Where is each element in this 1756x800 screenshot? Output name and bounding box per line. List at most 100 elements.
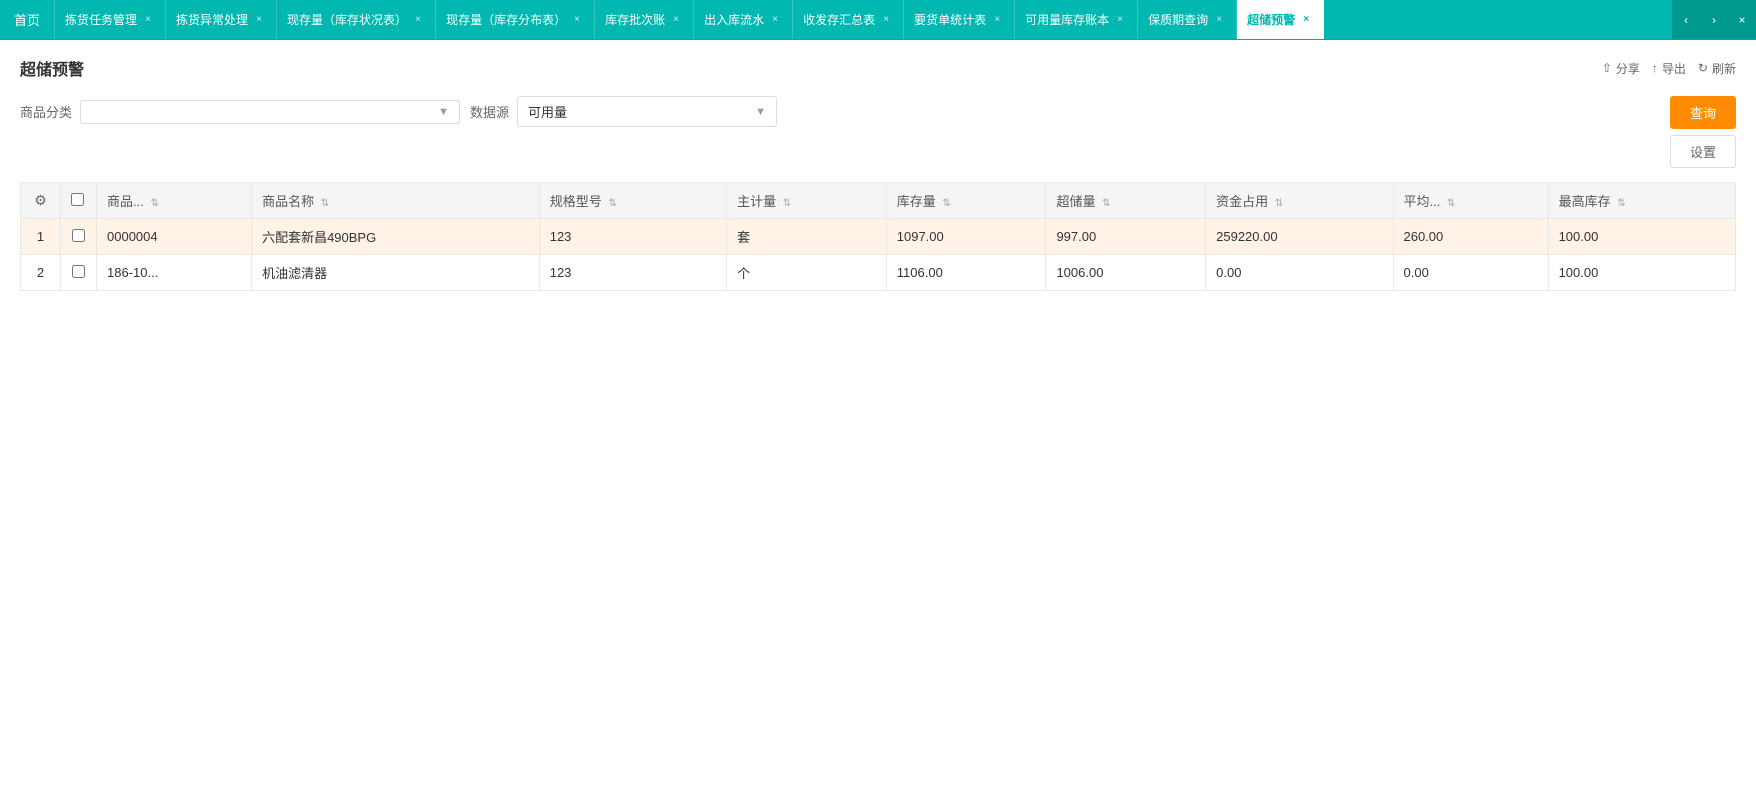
col-maxstock-sort-icon: ⇅ — [1617, 198, 1625, 209]
nav-tab-label-2: 拣货异常处理 — [176, 11, 248, 28]
datasource-value: 可用量 — [528, 102, 567, 121]
nav-tab-label-8: 要货单统计表 — [914, 11, 986, 28]
col-name-sort-icon: ⇅ — [321, 198, 329, 209]
row-checkbox-0[interactable] — [72, 229, 85, 242]
table-row: 1 0000004 六配套新昌490BPG 123 套 1097.00 997.… — [21, 219, 1736, 255]
row-index-0: 1 — [21, 219, 61, 255]
col-maxstock-header[interactable]: 最高库存 ⇅ — [1548, 183, 1735, 219]
row-capital-0: 259220.00 — [1206, 219, 1393, 255]
table-row: 2 186-10... 机油滤清器 123 个 1106.00 1006.00 … — [21, 255, 1736, 291]
nav-tab-5[interactable]: 库存批次账 × — [595, 0, 694, 40]
nav-tab-8[interactable]: 要货单统计表 × — [904, 0, 1015, 40]
nav-tab-label-3: 现存量（库存状况表） — [287, 11, 407, 28]
main-area: 超储预警 ⇧ 分享 ↑ 导出 ↻ 刷新 商品分类 ▼ — [0, 40, 1756, 800]
category-label: 商品分类 — [20, 102, 72, 121]
nav-tab-close-3[interactable]: × — [411, 13, 425, 27]
nav-arrows: ‹ › × — [1672, 0, 1756, 40]
page-actions: ⇧ 分享 ↑ 导出 ↻ 刷新 — [1602, 60, 1736, 77]
col-spec-header[interactable]: 规格型号 ⇅ — [539, 183, 726, 219]
query-button[interactable]: 查询 — [1670, 96, 1736, 129]
nav-tab-1[interactable]: 拣货任务管理 × — [55, 0, 166, 40]
row-spec-0: 123 — [539, 219, 726, 255]
col-capital-label: 资金占用 — [1216, 194, 1268, 209]
col-spec-label: 规格型号 — [550, 194, 602, 209]
row-index-1: 2 — [21, 255, 61, 291]
nav-tab-close-4[interactable]: × — [570, 13, 584, 27]
col-spec-sort-icon: ⇅ — [608, 198, 616, 209]
nav-tab-7[interactable]: 收发存汇总表 × — [793, 0, 904, 40]
nav-tab-close-11[interactable]: × — [1299, 13, 1313, 27]
datasource-chevron-icon: ▼ — [755, 106, 766, 118]
nav-tab-10[interactable]: 保质期查询 × — [1138, 0, 1237, 40]
col-overstock-sort-icon: ⇅ — [1102, 198, 1110, 209]
col-gear[interactable]: ⚙ — [21, 183, 61, 219]
col-capital-header[interactable]: 资金占用 ⇅ — [1206, 183, 1393, 219]
nav-arrow-left[interactable]: ‹ — [1672, 0, 1700, 40]
row-name-0: 六配套新昌490BPG — [252, 219, 540, 255]
nav-tab-close-7[interactable]: × — [879, 13, 893, 27]
nav-tab-label-10: 保质期查询 — [1148, 11, 1208, 28]
col-name-label: 商品名称 — [262, 194, 314, 209]
col-unit-label: 主计量 — [737, 194, 776, 209]
nav-tab-close-5[interactable]: × — [669, 13, 683, 27]
row-stock-0: 1097.00 — [886, 219, 1046, 255]
datasource-filter: 数据源 可用量 ▼ — [470, 96, 777, 127]
table-header: ⚙ 商品... ⇅ 商品名称 ⇅ 规格型号 ⇅ 主计量 — [21, 183, 1736, 219]
export-link[interactable]: ↑ 导出 — [1652, 60, 1686, 77]
nav-tab-close-1[interactable]: × — [141, 13, 155, 27]
nav-tab-close-9[interactable]: × — [1113, 13, 1127, 27]
row-capital-1: 0.00 — [1206, 255, 1393, 291]
col-stock-sort-icon: ⇅ — [942, 198, 950, 209]
nav-tab-label-7: 收发存汇总表 — [803, 11, 875, 28]
col-unit-header[interactable]: 主计量 ⇅ — [727, 183, 887, 219]
nav-tab-9[interactable]: 可用量库存账本 × — [1015, 0, 1138, 40]
page-title: 超储预警 — [20, 56, 84, 80]
nav-tab-close-2[interactable]: × — [252, 13, 266, 27]
nav-arrow-close[interactable]: × — [1728, 0, 1756, 40]
nav-arrow-right[interactable]: › — [1700, 0, 1728, 40]
row-stock-1: 1106.00 — [886, 255, 1046, 291]
select-all-checkbox[interactable] — [71, 193, 84, 206]
nav-tab-3[interactable]: 现存量（库存状况表） × — [277, 0, 436, 40]
col-code-sort-icon: ⇅ — [150, 198, 158, 209]
category-chevron-icon: ▼ — [438, 106, 449, 118]
settings-button[interactable]: 设置 — [1670, 135, 1736, 168]
col-stock-header[interactable]: 库存量 ⇅ — [886, 183, 1046, 219]
row-overstock-0: 997.00 — [1046, 219, 1206, 255]
col-name-header[interactable]: 商品名称 ⇅ — [252, 183, 540, 219]
nav-tab-label-11: 超储预警 — [1247, 11, 1295, 28]
col-code-header[interactable]: 商品... ⇅ — [97, 183, 252, 219]
row-unit-1: 个 — [727, 255, 887, 291]
datasource-label: 数据源 — [470, 102, 509, 121]
row-checkbox-1[interactable] — [72, 265, 85, 278]
col-stock-label: 库存量 — [897, 194, 936, 209]
share-label: 分享 — [1616, 60, 1640, 77]
row-checkbox-cell-1[interactable] — [61, 255, 97, 291]
datasource-select[interactable]: 可用量 ▼ — [517, 96, 777, 127]
nav-tab-4[interactable]: 现存量（库存分布表） × — [436, 0, 595, 40]
category-select[interactable]: ▼ — [80, 100, 460, 124]
row-avg-0: 260.00 — [1393, 219, 1548, 255]
row-name-1: 机油滤清器 — [252, 255, 540, 291]
refresh-link[interactable]: ↻ 刷新 — [1698, 60, 1736, 77]
nav-tab-close-10[interactable]: × — [1212, 13, 1226, 27]
nav-tab-label-1: 拣货任务管理 — [65, 11, 137, 28]
col-overstock-header[interactable]: 超储量 ⇅ — [1046, 183, 1206, 219]
row-code-0: 0000004 — [97, 219, 252, 255]
nav-tab-close-6[interactable]: × — [768, 13, 782, 27]
row-checkbox-cell-0[interactable] — [61, 219, 97, 255]
table-body: 1 0000004 六配套新昌490BPG 123 套 1097.00 997.… — [21, 219, 1736, 291]
col-avg-header[interactable]: 平均... ⇅ — [1393, 183, 1548, 219]
col-checkbox-header[interactable] — [61, 183, 97, 219]
gear-icon: ⚙ — [34, 192, 47, 208]
share-icon: ⇧ — [1602, 61, 1612, 75]
nav-tab-close-8[interactable]: × — [990, 13, 1004, 27]
nav-home[interactable]: 首页 — [0, 0, 55, 40]
nav-tab-11[interactable]: 超储预警 × — [1237, 0, 1324, 40]
nav-tab-2[interactable]: 拣货异常处理 × — [166, 0, 277, 40]
row-spec-1: 123 — [539, 255, 726, 291]
col-unit-sort-icon: ⇅ — [783, 198, 791, 209]
nav-tab-6[interactable]: 出入库流水 × — [694, 0, 793, 40]
row-avg-1: 0.00 — [1393, 255, 1548, 291]
share-link[interactable]: ⇧ 分享 — [1602, 60, 1640, 77]
